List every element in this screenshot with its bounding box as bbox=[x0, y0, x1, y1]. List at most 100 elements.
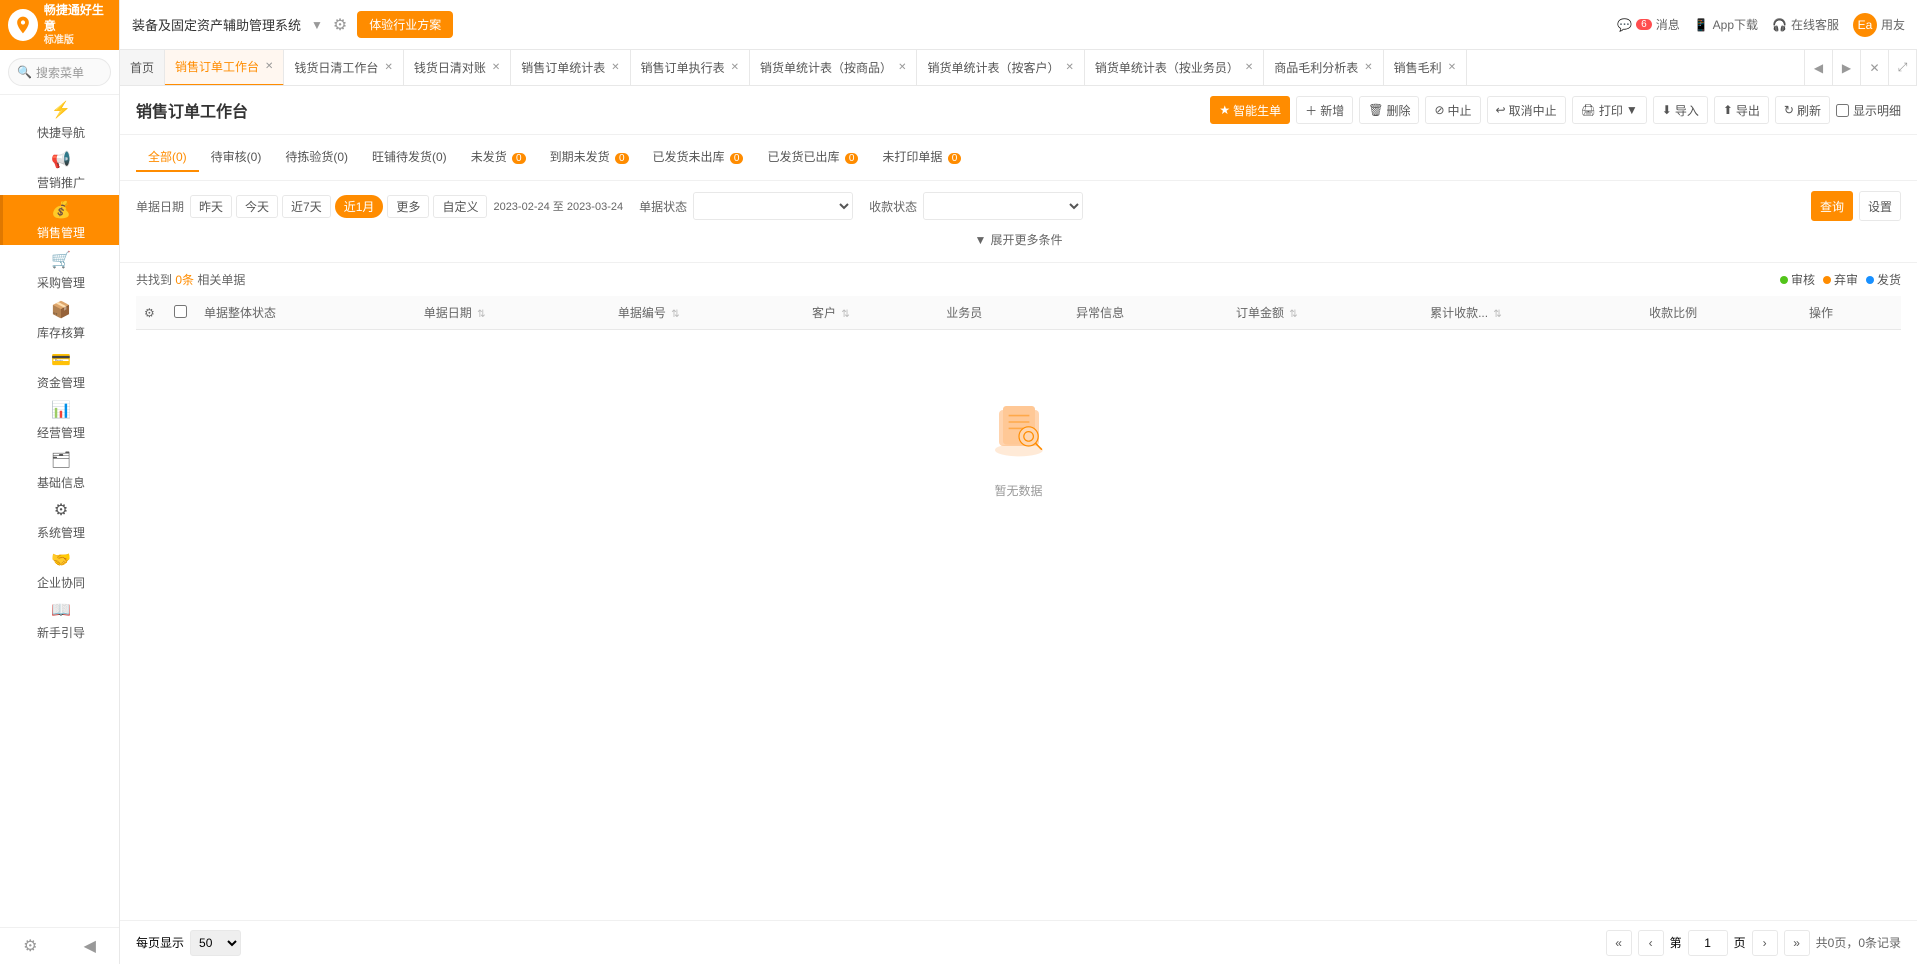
topbar-settings-icon[interactable]: ⚙ bbox=[333, 15, 347, 35]
tab-sales-exec[interactable]: 销售订单执行表 ✕ bbox=[631, 50, 750, 86]
th-staff[interactable]: 业务员 bbox=[938, 296, 1068, 330]
refresh-btn[interactable]: ↻ 刷新 bbox=[1775, 96, 1830, 124]
th-date[interactable]: 单据日期 ⇅ bbox=[416, 296, 610, 330]
tab-close-sales-product-stat[interactable]: ✕ bbox=[898, 62, 906, 73]
tab-home[interactable]: 首页 bbox=[120, 50, 165, 86]
finance-icon: 💳 bbox=[51, 350, 71, 370]
th-abnormal[interactable]: 异常信息 bbox=[1068, 296, 1228, 330]
tab-close-sales-staff-stat[interactable]: ✕ bbox=[1245, 62, 1253, 73]
tab-close-cash-daily[interactable]: ✕ bbox=[384, 62, 392, 73]
next-page-btn[interactable]: › bbox=[1752, 930, 1778, 956]
query-btn[interactable]: 查询 bbox=[1811, 191, 1853, 221]
th-checkbox[interactable] bbox=[166, 296, 196, 330]
date-btn-7days[interactable]: 近7天 bbox=[282, 195, 331, 218]
sub-tab-all[interactable]: 全部(0) bbox=[136, 143, 199, 172]
th-collected[interactable]: 累计收款... ⇅ bbox=[1422, 296, 1641, 330]
tab-sales-customer-stat[interactable]: 销货单统计表（按客户） ✕ bbox=[917, 50, 1084, 86]
tab-sales-product-stat[interactable]: 销货单统计表（按商品） ✕ bbox=[750, 50, 917, 86]
tab-close-product-margin[interactable]: ✕ bbox=[1364, 62, 1372, 73]
search-menu-btn[interactable]: 🔍 搜索菜单 bbox=[8, 58, 111, 86]
online-service-btn[interactable]: 🎧 在线客服 bbox=[1772, 16, 1839, 33]
th-number[interactable]: 单据编号 ⇅ bbox=[610, 296, 804, 330]
tabs-close-all[interactable]: ✕ bbox=[1861, 50, 1889, 86]
date-btn-yesterday[interactable]: 昨天 bbox=[190, 195, 232, 218]
sidebar-item-inventory[interactable]: 📦 库存核算 bbox=[0, 295, 119, 345]
sub-tab-not-shipped[interactable]: 未发货 0 bbox=[459, 143, 538, 172]
solution-btn[interactable]: 体验行业方案 bbox=[357, 11, 453, 38]
show-detail-checkbox[interactable]: 显示明细 bbox=[1836, 102, 1901, 119]
date-btn-custom[interactable]: 自定义 bbox=[433, 195, 487, 218]
show-detail-input[interactable] bbox=[1836, 104, 1849, 117]
delete-btn[interactable]: 🗑 删除 bbox=[1359, 96, 1419, 124]
tab-close-sales-profit[interactable]: ✕ bbox=[1448, 62, 1456, 73]
sidebar-item-marketing[interactable]: 📢 营销推广 bbox=[0, 145, 119, 195]
tab-sales-workbench[interactable]: 销售订单工作台 ✕ bbox=[165, 50, 284, 86]
cancel-review-action-btn[interactable]: 弃审 bbox=[1823, 271, 1858, 288]
page-input[interactable] bbox=[1688, 930, 1728, 956]
payment-select[interactable] bbox=[923, 192, 1083, 220]
sub-tab-not-printed[interactable]: 未打印单据 0 bbox=[870, 143, 973, 172]
ship-action-btn[interactable]: 发货 bbox=[1866, 271, 1901, 288]
tab-sales-profit[interactable]: 销售毛利 ✕ bbox=[1384, 50, 1467, 86]
sidebar-item-finance[interactable]: 💳 资金管理 bbox=[0, 345, 119, 395]
date-btn-more[interactable]: 更多 bbox=[387, 195, 429, 218]
sidebar-item-basic-info[interactable]: 🗂 基础信息 bbox=[0, 445, 119, 495]
tabs-scroll-left[interactable]: ◀ bbox=[1805, 50, 1833, 86]
prev-page-btn[interactable]: ‹ bbox=[1638, 930, 1664, 956]
tab-sales-staff-stat[interactable]: 销货单统计表（按业务员） ✕ bbox=[1085, 50, 1264, 86]
tabs-scroll-right[interactable]: ▶ bbox=[1833, 50, 1861, 86]
page-header: 销售订单工作台 ★ 智能生单 ＋ 新增 🗑 删除 ⊘ 中止 bbox=[120, 86, 1917, 135]
sidebar-item-purchase[interactable]: 🛒 采购管理 bbox=[0, 245, 119, 295]
th-settings[interactable]: ⚙ bbox=[136, 296, 166, 330]
suspend-btn[interactable]: ⊘ 中止 bbox=[1425, 96, 1480, 124]
tab-close-sales-workbench[interactable]: ✕ bbox=[265, 61, 273, 72]
message-btn[interactable]: 💬 6 消息 bbox=[1617, 16, 1680, 33]
th-amount[interactable]: 订单金额 ⇅ bbox=[1228, 296, 1422, 330]
new-btn[interactable]: ＋ 新增 bbox=[1296, 96, 1353, 124]
status-select[interactable] bbox=[693, 192, 853, 220]
date-btn-1month[interactable]: 近1月 bbox=[335, 195, 384, 218]
tab-close-sales-customer-stat[interactable]: ✕ bbox=[1065, 62, 1073, 73]
th-customer[interactable]: 客户 ⇅ bbox=[804, 296, 938, 330]
sub-tab-shipped-out[interactable]: 已发货已出库 0 bbox=[755, 143, 870, 172]
sub-tab-pending-inspect[interactable]: 待拣验货(0) bbox=[273, 143, 360, 172]
app-download-btn[interactable]: 📱 App下载 bbox=[1694, 16, 1758, 33]
export-btn[interactable]: ⬆ 导出 bbox=[1714, 96, 1769, 124]
sub-tab-expired[interactable]: 到期未发货 0 bbox=[538, 143, 641, 172]
tabs-maximize[interactable]: ⤢ bbox=[1889, 50, 1917, 86]
sub-tab-wangpu[interactable]: 旺铺待发货(0) bbox=[360, 143, 459, 172]
filter-settings-btn[interactable]: 设置 bbox=[1859, 191, 1901, 221]
sidebar-item-operations[interactable]: 📊 经营管理 bbox=[0, 395, 119, 445]
tab-sales-stat[interactable]: 销售订单统计表 ✕ bbox=[511, 50, 630, 86]
per-page-select[interactable]: 50 100 200 bbox=[190, 930, 241, 956]
tab-close-sales-exec[interactable]: ✕ bbox=[731, 62, 739, 73]
tab-cash-reconcile[interactable]: 钱货日清对账 ✕ bbox=[404, 50, 511, 86]
topbar-dropdown-icon[interactable]: ▼ bbox=[311, 18, 323, 32]
sidebar-item-enterprise[interactable]: 🤝 企业协同 bbox=[0, 545, 119, 595]
sidebar-item-sales[interactable]: 💰 销售管理 bbox=[0, 195, 119, 245]
sidebar-item-guide[interactable]: 📖 新手引导 bbox=[0, 595, 119, 645]
tab-product-margin[interactable]: 商品毛利分析表 ✕ bbox=[1264, 50, 1383, 86]
collapse-icon[interactable]: ◀ bbox=[84, 936, 96, 956]
review-action-btn[interactable]: 审核 bbox=[1780, 271, 1815, 288]
date-btn-today[interactable]: 今天 bbox=[236, 195, 278, 218]
column-settings-icon[interactable]: ⚙ bbox=[144, 306, 155, 320]
first-page-btn[interactable]: « bbox=[1606, 930, 1632, 956]
select-all-checkbox[interactable] bbox=[174, 305, 187, 318]
tab-cash-daily[interactable]: 钱货日清工作台 ✕ bbox=[284, 50, 403, 86]
sidebar-item-system[interactable]: ⚙ 系统管理 bbox=[0, 495, 119, 545]
sub-tab-pending-review[interactable]: 待审核(0) bbox=[199, 143, 274, 172]
sub-tab-shipped-not-out[interactable]: 已发货未出库 0 bbox=[641, 143, 756, 172]
settings-bottom-icon[interactable]: ⚙ bbox=[23, 936, 37, 956]
tab-close-sales-stat[interactable]: ✕ bbox=[611, 62, 619, 73]
smart-create-btn[interactable]: ★ 智能生单 bbox=[1210, 96, 1290, 124]
cancel-suspend-btn[interactable]: ↩ 取消中止 bbox=[1487, 96, 1566, 124]
user-menu-btn[interactable]: Ea 用友 bbox=[1853, 13, 1905, 37]
print-btn[interactable]: 🖨 打印 ▼ bbox=[1572, 96, 1647, 124]
sidebar-item-quick-nav[interactable]: ⚡ 快捷导航 bbox=[0, 95, 119, 145]
tab-close-cash-reconcile[interactable]: ✕ bbox=[492, 62, 500, 73]
sort-number-icon: ⇅ bbox=[671, 309, 679, 320]
last-page-btn[interactable]: » bbox=[1784, 930, 1810, 956]
import-btn[interactable]: ⬇ 导入 bbox=[1653, 96, 1708, 124]
expand-more-btn[interactable]: ▼ 展开更多条件 bbox=[967, 227, 1071, 252]
